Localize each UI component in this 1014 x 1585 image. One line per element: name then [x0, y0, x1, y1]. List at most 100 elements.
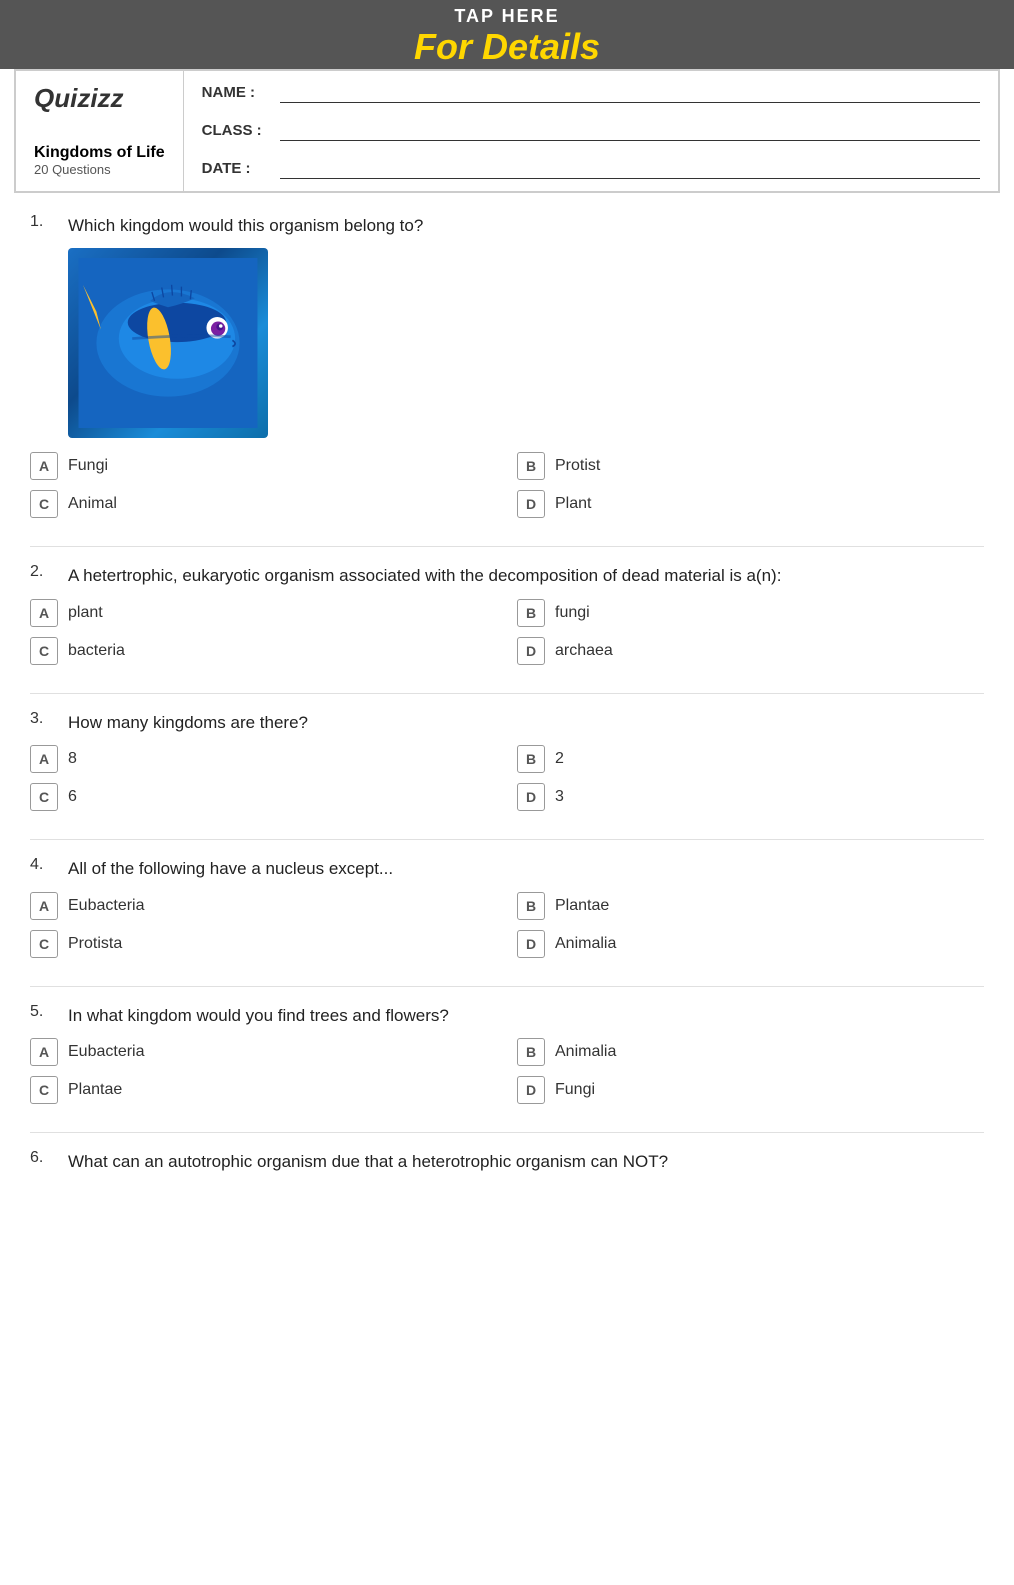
main-content: 1. Which kingdom would this organism bel…: [0, 193, 1014, 1223]
question-5: 5. In what kingdom would you find trees …: [30, 1003, 984, 1105]
option-3d[interactable]: D 3: [517, 783, 984, 811]
option-2b[interactable]: B fungi: [517, 599, 984, 627]
option-4b[interactable]: B Plantae: [517, 892, 984, 920]
option-1d-text: Plant: [555, 495, 591, 513]
option-3b[interactable]: B 2: [517, 745, 984, 773]
question-5-options: A Eubacteria B Animalia C Plantae D Fung…: [30, 1038, 984, 1104]
option-5c[interactable]: C Plantae: [30, 1076, 497, 1104]
question-4-header: 4. All of the following have a nucleus e…: [30, 856, 984, 882]
question-1-options: A Fungi B Protist C Animal D Plant: [30, 452, 984, 518]
option-1b[interactable]: B Protist: [517, 452, 984, 480]
option-1c-letter: C: [30, 490, 58, 518]
option-3a-letter: A: [30, 745, 58, 773]
question-3-header: 3. How many kingdoms are there?: [30, 710, 984, 736]
divider-4: [30, 986, 984, 987]
top-banner[interactable]: TAP HERE For Details: [0, 0, 1014, 69]
option-4a[interactable]: A Eubacteria: [30, 892, 497, 920]
option-3c[interactable]: C 6: [30, 783, 497, 811]
option-2a[interactable]: A plant: [30, 599, 497, 627]
option-2c-letter: C: [30, 637, 58, 665]
option-1c-text: Animal: [68, 495, 117, 513]
divider-5: [30, 1132, 984, 1133]
question-6-number: 6.: [30, 1149, 58, 1167]
option-4d[interactable]: D Animalia: [517, 930, 984, 958]
question-2-options: A plant B fungi C bacteria D archaea: [30, 599, 984, 665]
name-line: [280, 83, 980, 103]
question-1-image: [68, 248, 984, 438]
option-2d-letter: D: [517, 637, 545, 665]
option-1a[interactable]: A Fungi: [30, 452, 497, 480]
option-4c-letter: C: [30, 930, 58, 958]
option-3d-letter: D: [517, 783, 545, 811]
question-3-text: How many kingdoms are there?: [68, 710, 308, 736]
option-5d-text: Fungi: [555, 1081, 595, 1099]
question-6: 6. What can an autotrophic organism due …: [30, 1149, 984, 1175]
question-4-options: A Eubacteria B Plantae C Protista D Anim…: [30, 892, 984, 958]
name-field-row: NAME :: [202, 83, 980, 103]
option-3c-letter: C: [30, 783, 58, 811]
option-4b-letter: B: [517, 892, 545, 920]
question-1-text: Which kingdom would this organism belong…: [68, 213, 423, 239]
option-2c[interactable]: C bacteria: [30, 637, 497, 665]
fish-image: [68, 248, 268, 438]
question-2: 2. A hetertrophic, eukaryotic organism a…: [30, 563, 984, 665]
divider-1: [30, 546, 984, 547]
class-line: [280, 121, 980, 141]
option-4a-text: Eubacteria: [68, 897, 145, 915]
option-3a[interactable]: A 8: [30, 745, 497, 773]
option-5c-letter: C: [30, 1076, 58, 1104]
option-1b-letter: B: [517, 452, 545, 480]
question-6-header: 6. What can an autotrophic organism due …: [30, 1149, 984, 1175]
header: Quizizz Kingdoms of Life 20 Questions NA…: [14, 69, 1000, 193]
class-label: CLASS :: [202, 122, 272, 139]
option-2b-letter: B: [517, 599, 545, 627]
option-4d-letter: D: [517, 930, 545, 958]
class-field-row: CLASS :: [202, 121, 980, 141]
option-5d-letter: D: [517, 1076, 545, 1104]
option-1d[interactable]: D Plant: [517, 490, 984, 518]
question-3: 3. How many kingdoms are there? A 8 B 2 …: [30, 710, 984, 812]
option-4b-text: Plantae: [555, 897, 609, 915]
divider-3: [30, 839, 984, 840]
for-details-text: For Details: [0, 27, 1014, 67]
date-field-row: DATE :: [202, 159, 980, 179]
quiz-questions: 20 Questions: [34, 162, 165, 177]
option-5b-text: Animalia: [555, 1043, 616, 1061]
question-6-text: What can an autotrophic organism due tha…: [68, 1149, 668, 1175]
option-5a-letter: A: [30, 1038, 58, 1066]
question-2-number: 2.: [30, 563, 58, 581]
option-5a[interactable]: A Eubacteria: [30, 1038, 497, 1066]
question-5-header: 5. In what kingdom would you find trees …: [30, 1003, 984, 1029]
question-4-text: All of the following have a nucleus exce…: [68, 856, 393, 882]
date-label: DATE :: [202, 160, 272, 177]
question-2-header: 2. A hetertrophic, eukaryotic organism a…: [30, 563, 984, 589]
date-line: [280, 159, 980, 179]
option-2c-text: bacteria: [68, 642, 125, 660]
option-2d-text: archaea: [555, 642, 613, 660]
option-2b-text: fungi: [555, 604, 590, 622]
header-left: Quizizz Kingdoms of Life 20 Questions: [16, 71, 184, 191]
option-3c-text: 6: [68, 788, 77, 806]
option-1a-text: Fungi: [68, 457, 108, 475]
question-3-options: A 8 B 2 C 6 D 3: [30, 745, 984, 811]
option-3d-text: 3: [555, 788, 564, 806]
quizizz-logo: Quizizz: [34, 83, 165, 114]
name-label: NAME :: [202, 84, 272, 101]
option-5b[interactable]: B Animalia: [517, 1038, 984, 1066]
option-4c[interactable]: C Protista: [30, 930, 497, 958]
question-5-text: In what kingdom would you find trees and…: [68, 1003, 449, 1029]
question-2-text: A hetertrophic, eukaryotic organism asso…: [68, 563, 781, 589]
option-5b-letter: B: [517, 1038, 545, 1066]
question-1: 1. Which kingdom would this organism bel…: [30, 213, 984, 519]
option-2d[interactable]: D archaea: [517, 637, 984, 665]
option-3b-text: 2: [555, 750, 564, 768]
question-1-number: 1.: [30, 213, 58, 231]
option-3b-letter: B: [517, 745, 545, 773]
option-5c-text: Plantae: [68, 1081, 122, 1099]
option-5d[interactable]: D Fungi: [517, 1076, 984, 1104]
option-1d-letter: D: [517, 490, 545, 518]
option-2a-text: plant: [68, 604, 103, 622]
option-4d-text: Animalia: [555, 935, 616, 953]
option-1c[interactable]: C Animal: [30, 490, 497, 518]
option-1a-letter: A: [30, 452, 58, 480]
